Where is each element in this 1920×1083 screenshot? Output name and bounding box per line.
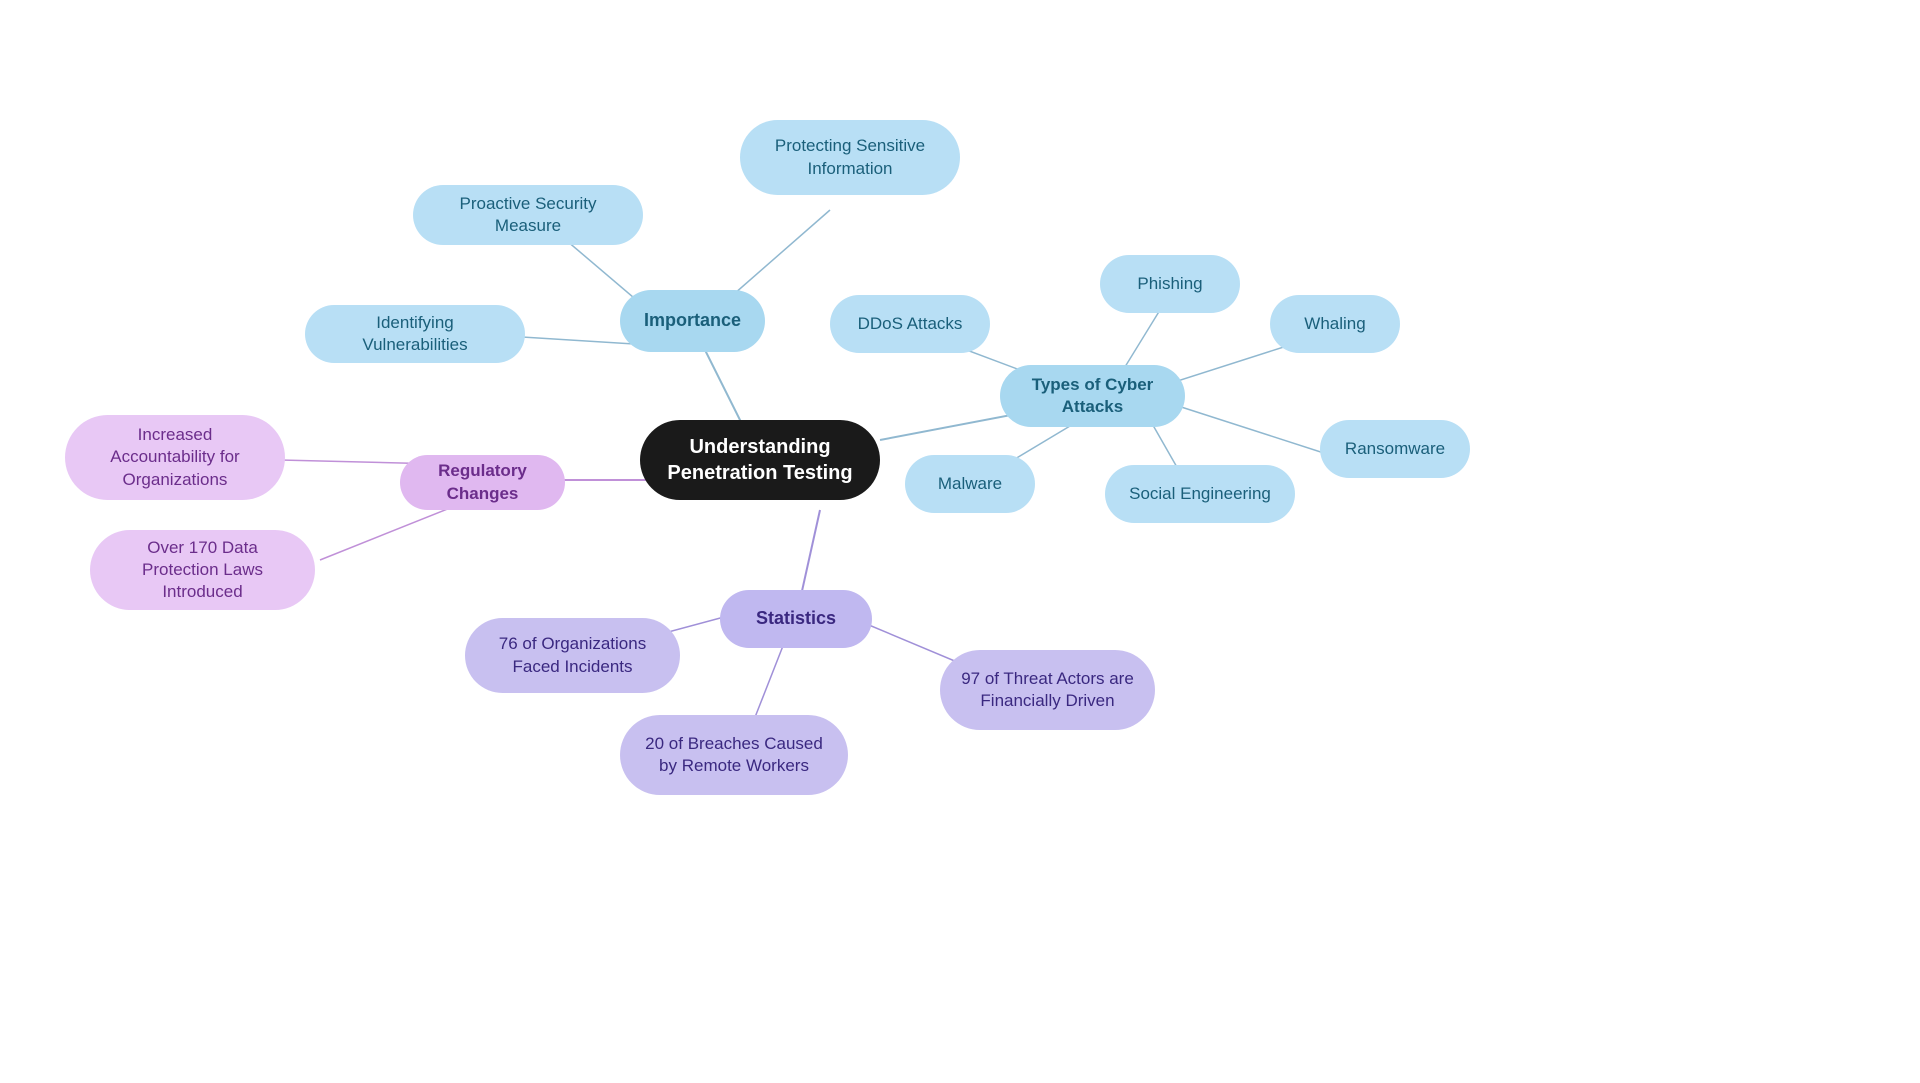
center-node: Understanding Penetration Testing xyxy=(640,420,880,500)
phishing-node: Phishing xyxy=(1100,255,1240,313)
malware-node: Malware xyxy=(905,455,1035,513)
statistics-node: Statistics xyxy=(720,590,872,648)
threatactors-node: 97 of Threat Actors are Financially Driv… xyxy=(940,650,1155,730)
ddos-node: DDoS Attacks xyxy=(830,295,990,353)
proactive-node: Proactive Security Measure xyxy=(413,185,643,245)
protecting-node: Protecting Sensitive Information xyxy=(740,120,960,195)
ransomware-node: Ransomware xyxy=(1320,420,1470,478)
regulatory-node: Regulatory Changes xyxy=(400,455,565,510)
accountability-node: Increased Accountability for Organizatio… xyxy=(65,415,285,500)
identifying-node: Identifying Vulnerabilities xyxy=(305,305,525,363)
dataprotection-node: Over 170 Data Protection Laws Introduced xyxy=(90,530,315,610)
whaling-node: Whaling xyxy=(1270,295,1400,353)
types-node: Types of Cyber Attacks xyxy=(1000,365,1185,427)
importance-node: Importance xyxy=(620,290,765,352)
organizations-node: 76 of Organizations Faced Incidents xyxy=(465,618,680,693)
breaches-node: 20 of Breaches Caused by Remote Workers xyxy=(620,715,848,795)
social-node: Social Engineering xyxy=(1105,465,1295,523)
